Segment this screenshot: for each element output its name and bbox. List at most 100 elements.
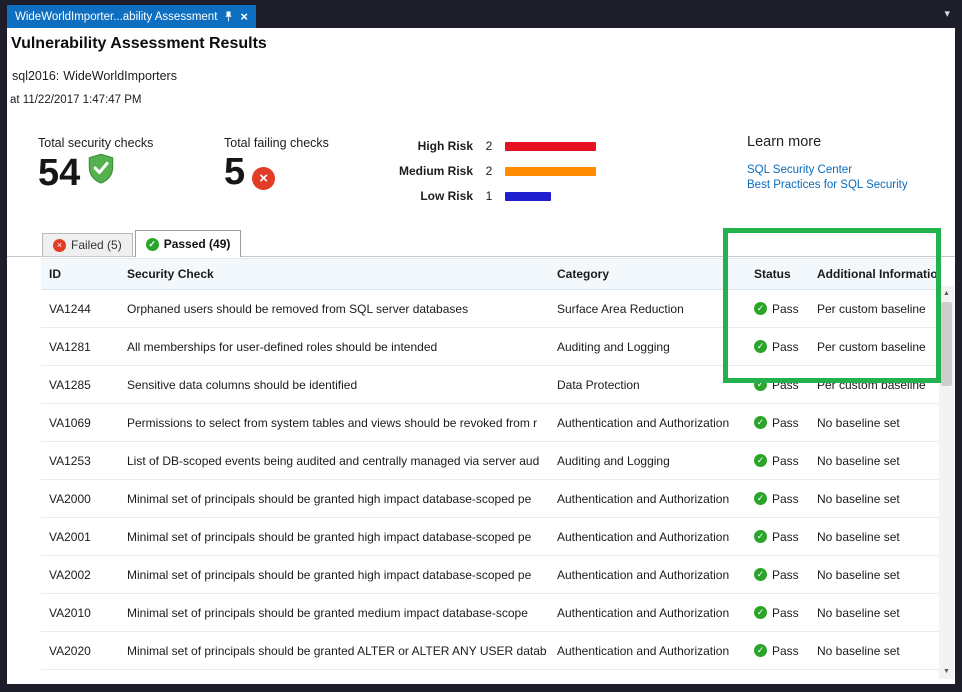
cell-security-check: Minimal set of principals should be gran… — [119, 644, 549, 658]
column-header-id[interactable]: ID — [41, 267, 119, 281]
learn-more-panel: Learn more SQL Security Center Best Prac… — [747, 134, 908, 193]
risk-label: Low Risk — [397, 189, 473, 203]
table-row[interactable]: VA1244Orphaned users should be removed f… — [41, 290, 939, 328]
status-text: Pass — [772, 606, 799, 620]
cell-status: ✓Pass — [746, 492, 809, 506]
risk-value: 1 — [473, 189, 505, 203]
cell-additional-information: No baseline set — [809, 568, 939, 582]
table-row[interactable]: VA2020Minimal set of principals should b… — [41, 632, 939, 670]
table-row[interactable]: VA1281All memberships for user-defined r… — [41, 328, 939, 366]
cell-security-check: Orphaned users should be removed from SQ… — [119, 302, 549, 316]
link-best-practices[interactable]: Best Practices for SQL Security — [747, 178, 908, 193]
table-row[interactable]: VA2001Minimal set of principals should b… — [41, 518, 939, 556]
column-header-additional-information[interactable]: Additional Information — [809, 267, 939, 281]
cell-additional-information: No baseline set — [809, 644, 939, 658]
status-text: Pass — [772, 302, 799, 316]
results-table-body: VA1244Orphaned users should be removed f… — [41, 290, 939, 670]
tab-passed[interactable]: ✓ Passed (49) — [135, 230, 242, 257]
column-header-category[interactable]: Category — [549, 267, 746, 281]
cell-additional-information: No baseline set — [809, 606, 939, 620]
cell-id: VA1285 — [41, 378, 119, 392]
cell-security-check: Permissions to select from system tables… — [119, 416, 549, 430]
results-table-header: ID Security Check Category Status Additi… — [41, 258, 939, 290]
cell-additional-information: Per custom baseline — [809, 378, 939, 392]
cell-category: Data Protection — [549, 378, 746, 392]
cell-additional-information: No baseline set — [809, 454, 939, 468]
pass-status-icon: ✓ — [754, 644, 767, 657]
failing-checks-metric: Total failing checks 5 × — [224, 136, 329, 195]
risk-row: Medium Risk2 — [397, 163, 596, 179]
link-sql-security-center[interactable]: SQL Security Center — [747, 163, 908, 178]
document-tab[interactable]: WideWorldImporter...ability Assessment × — [7, 5, 256, 28]
cell-security-check: Sensitive data columns should be identif… — [119, 378, 549, 392]
risk-bar — [505, 167, 596, 176]
cell-id: VA2000 — [41, 492, 119, 506]
report-content: Vulnerability Assessment Results sql2016… — [7, 28, 955, 684]
cell-category: Auditing and Logging — [549, 340, 746, 354]
tab-failed[interactable]: × Failed (5) — [42, 233, 133, 256]
column-header-security-check[interactable]: Security Check — [119, 267, 549, 281]
risk-label: High Risk — [397, 139, 473, 153]
table-row[interactable]: VA1069Permissions to select from system … — [41, 404, 939, 442]
failing-checks-value: 5 — [224, 151, 245, 195]
cell-additional-information: Per custom baseline — [809, 302, 939, 316]
table-row[interactable]: VA1253List of DB-scoped events being aud… — [41, 442, 939, 480]
pass-status-icon: ✓ — [754, 416, 767, 429]
cell-id: VA2010 — [41, 606, 119, 620]
scroll-down-button[interactable]: ▼ — [939, 664, 954, 679]
chevron-down-icon[interactable]: ▾ — [944, 7, 950, 20]
ssms-window: WideWorldImporter...ability Assessment ×… — [0, 0, 962, 692]
cell-category: Authentication and Authorization — [549, 606, 746, 620]
scroll-thumb[interactable] — [941, 302, 952, 386]
cell-status: ✓Pass — [746, 416, 809, 430]
cell-additional-information: No baseline set — [809, 416, 939, 430]
pass-status-icon: ✓ — [754, 378, 767, 391]
fail-x-icon: × — [252, 167, 275, 190]
cell-security-check: Minimal set of principals should be gran… — [119, 530, 549, 544]
total-checks-metric: Total security checks 54 — [38, 136, 153, 196]
table-row[interactable]: VA2000Minimal set of principals should b… — [41, 480, 939, 518]
cell-category: Authentication and Authorization — [549, 568, 746, 582]
passed-tab-label: Passed (49) — [164, 237, 231, 251]
passed-tab-icon: ✓ — [146, 238, 159, 251]
cell-category: Authentication and Authorization — [549, 416, 746, 430]
pass-status-icon: ✓ — [754, 530, 767, 543]
pass-status-icon: ✓ — [754, 606, 767, 619]
cell-status: ✓Pass — [746, 568, 809, 582]
cell-id: VA1281 — [41, 340, 119, 354]
database-name: WideWorldImporters — [63, 69, 177, 83]
risk-row: High Risk2 — [397, 138, 596, 154]
cell-id: VA2001 — [41, 530, 119, 544]
table-row[interactable]: VA1285Sensitive data columns should be i… — [41, 366, 939, 404]
pass-status-icon: ✓ — [754, 454, 767, 467]
vertical-scrollbar[interactable]: ▲ ▼ — [939, 286, 954, 679]
table-row[interactable]: VA2002Minimal set of principals should b… — [41, 556, 939, 594]
cell-id: VA1244 — [41, 302, 119, 316]
failing-checks-label: Total failing checks — [224, 136, 329, 150]
cell-id: VA1069 — [41, 416, 119, 430]
pass-status-icon: ✓ — [754, 568, 767, 581]
cell-category: Surface Area Reduction — [549, 302, 746, 316]
cell-id: VA1253 — [41, 454, 119, 468]
close-icon[interactable]: × — [240, 10, 248, 23]
results-tabstrip: × Failed (5) ✓ Passed (49) — [7, 230, 955, 257]
server-database-line: sql2016:WideWorldImporters — [12, 69, 177, 83]
failed-tab-icon: × — [53, 239, 66, 252]
scroll-up-button[interactable]: ▲ — [939, 286, 954, 301]
document-tab-title: WideWorldImporter...ability Assessment — [15, 11, 217, 23]
status-text: Pass — [772, 492, 799, 506]
cell-category: Authentication and Authorization — [549, 644, 746, 658]
pin-icon[interactable] — [224, 11, 233, 22]
risk-label: Medium Risk — [397, 164, 473, 178]
status-text: Pass — [772, 340, 799, 354]
table-row[interactable]: VA2010Minimal set of principals should b… — [41, 594, 939, 632]
status-text: Pass — [772, 530, 799, 544]
risk-chart: High Risk2 Medium Risk2 Low Risk1 — [397, 138, 596, 213]
cell-status: ✓Pass — [746, 644, 809, 658]
cell-category: Authentication and Authorization — [549, 530, 746, 544]
failed-tab-label: Failed (5) — [71, 238, 122, 252]
window-titlebar: WideWorldImporter...ability Assessment ×… — [0, 0, 962, 28]
cell-category: Authentication and Authorization — [549, 492, 746, 506]
column-header-status[interactable]: Status — [746, 267, 809, 281]
cell-security-check: Minimal set of principals should be gran… — [119, 492, 549, 506]
